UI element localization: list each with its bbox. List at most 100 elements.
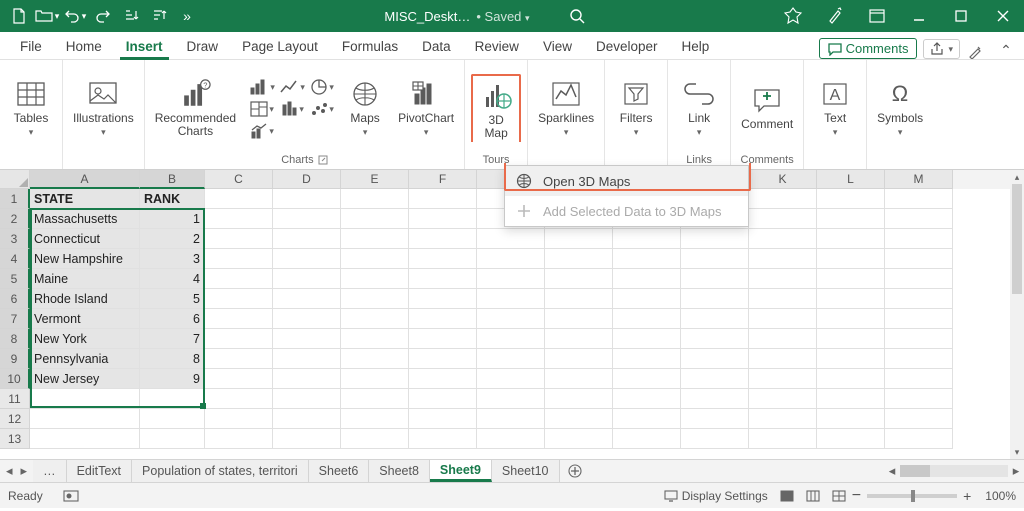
ink-replay-icon[interactable]	[968, 45, 988, 59]
row-header[interactable]: 3	[0, 229, 30, 249]
cell[interactable]: Pennsylvania	[30, 349, 140, 369]
zoom-in-icon[interactable]: +	[963, 488, 971, 504]
row-header[interactable]: 6	[0, 289, 30, 309]
cell[interactable]: Vermont	[30, 309, 140, 329]
vertical-scrollbar[interactable]: ▴ ▾	[1010, 170, 1024, 459]
row-header[interactable]: 13	[0, 429, 30, 449]
sheet-tab-active[interactable]: Sheet9	[430, 460, 492, 482]
row-header[interactable]: 12	[0, 409, 30, 429]
col-header-M[interactable]: M	[885, 170, 953, 189]
add-sheet-icon[interactable]	[560, 460, 590, 482]
row-header[interactable]: 4	[0, 249, 30, 269]
tab-help[interactable]: Help	[670, 35, 722, 59]
tab-nav-next-icon[interactable]: ▸	[21, 463, 28, 479]
cell[interactable]: 8	[140, 349, 205, 369]
select-all-corner[interactable]	[0, 170, 30, 189]
zoom-level[interactable]: 100%	[985, 489, 1016, 503]
sheet-tab[interactable]: Sheet8	[369, 460, 430, 482]
open-3d-maps-item[interactable]: Open 3D Maps	[505, 166, 748, 196]
hscroll-thumb[interactable]	[900, 465, 930, 477]
scroll-up-icon[interactable]: ▴	[1010, 170, 1024, 184]
row-header[interactable]: 2	[0, 209, 30, 229]
cell[interactable]: Maine	[30, 269, 140, 289]
sheet-tab-ellipsis[interactable]: …	[33, 460, 67, 482]
open-folder-icon[interactable]: ▾	[34, 3, 60, 29]
scroll-down-icon[interactable]: ▾	[1010, 445, 1024, 459]
row-header[interactable]: 9	[0, 349, 30, 369]
saved-indicator[interactable]: • Saved ▾	[476, 9, 529, 24]
cell[interactable]: 6	[140, 309, 205, 329]
fill-handle[interactable]	[200, 403, 206, 409]
maximize-icon[interactable]	[940, 0, 982, 32]
combo-chart-icon[interactable]: ▾	[248, 120, 276, 142]
cell[interactable]: New Hampshire	[30, 249, 140, 269]
text-button[interactable]: A Text▾	[810, 74, 860, 142]
cell[interactable]: 7	[140, 329, 205, 349]
zoom-slider[interactable]	[867, 494, 957, 498]
cell[interactable]: 5	[140, 289, 205, 309]
collapse-ribbon-icon[interactable]: ⌃	[996, 42, 1016, 59]
maps-button[interactable]: Maps▾	[344, 74, 386, 142]
scroll-right-icon[interactable]: ▸	[1008, 463, 1024, 479]
col-header-B[interactable]: B	[140, 170, 205, 189]
view-normal-icon[interactable]	[774, 490, 800, 502]
close-icon[interactable]	[982, 0, 1024, 32]
tab-file[interactable]: File	[8, 35, 54, 59]
search-icon[interactable]	[566, 5, 588, 27]
sheet-tab[interactable]: Sheet10	[492, 460, 560, 482]
3d-map-button[interactable]: 3D Map	[471, 74, 521, 142]
tab-review[interactable]: Review	[463, 35, 531, 59]
tab-formulas[interactable]: Formulas	[330, 35, 410, 59]
sheet-tab[interactable]: EditText	[67, 460, 132, 482]
sort-asc-icon[interactable]	[118, 3, 144, 29]
sheet-tab[interactable]: Population of states, territori	[132, 460, 309, 482]
row-header[interactable]: 11	[0, 389, 30, 409]
cell[interactable]: Connecticut	[30, 229, 140, 249]
tab-view[interactable]: View	[531, 35, 584, 59]
minimize-icon[interactable]	[898, 0, 940, 32]
tab-developer[interactable]: Developer	[584, 35, 670, 59]
row-header[interactable]: 5	[0, 269, 30, 289]
pie-chart-icon[interactable]: ▾	[308, 76, 336, 98]
macro-record-icon[interactable]	[57, 490, 85, 502]
col-header-K[interactable]: K	[749, 170, 817, 189]
sparklines-button[interactable]: Sparklines▾	[534, 74, 598, 142]
tab-page-layout[interactable]: Page Layout	[230, 35, 330, 59]
zoom-out-icon[interactable]: −	[852, 487, 861, 505]
cell[interactable]: 9	[140, 369, 205, 389]
cell[interactable]: Rhode Island	[30, 289, 140, 309]
scroll-left-icon[interactable]: ◂	[884, 463, 900, 479]
share-button[interactable]: ▾	[923, 39, 960, 59]
col-header-E[interactable]: E	[341, 170, 409, 189]
col-header-C[interactable]: C	[205, 170, 273, 189]
tab-nav-prev-icon[interactable]: ◂	[6, 463, 13, 479]
pivotchart-button[interactable]: PivotChart▾	[394, 74, 458, 142]
new-file-icon[interactable]	[6, 3, 32, 29]
illustrations-button[interactable]: Illustrations▾	[69, 74, 138, 142]
cell[interactable]: New York	[30, 329, 140, 349]
col-header-A[interactable]: A	[30, 170, 140, 189]
premium-icon[interactable]	[772, 0, 814, 32]
col-header-F[interactable]: F	[409, 170, 477, 189]
cells-area[interactable]: 1 STATE RANK 2Massachusetts1 3Connecticu…	[0, 189, 1010, 459]
scatter-chart-icon[interactable]: ▾	[308, 98, 336, 120]
sheet-tab[interactable]: Sheet6	[309, 460, 370, 482]
cell[interactable]: RANK	[140, 189, 205, 209]
comments-button[interactable]: Comments	[819, 38, 918, 59]
row-header[interactable]: 10	[0, 369, 30, 389]
row-header[interactable]: 1	[0, 189, 30, 209]
cell[interactable]: 2	[140, 229, 205, 249]
tab-insert[interactable]: Insert	[114, 35, 175, 59]
line-chart-icon[interactable]: ▾	[278, 76, 306, 98]
cell[interactable]: STATE	[30, 189, 140, 209]
scroll-thumb[interactable]	[1012, 184, 1022, 294]
ribbon-display-icon[interactable]	[856, 0, 898, 32]
cell[interactable]: 3	[140, 249, 205, 269]
tab-data[interactable]: Data	[410, 35, 463, 59]
cell[interactable]: New Jersey	[30, 369, 140, 389]
cell[interactable]: 4	[140, 269, 205, 289]
column-chart-icon[interactable]: ▾	[248, 76, 276, 98]
treemap-chart-icon[interactable]: ▾	[248, 98, 276, 120]
filters-button[interactable]: Filters▾	[611, 74, 661, 142]
undo-icon[interactable]: ▾	[62, 3, 88, 29]
